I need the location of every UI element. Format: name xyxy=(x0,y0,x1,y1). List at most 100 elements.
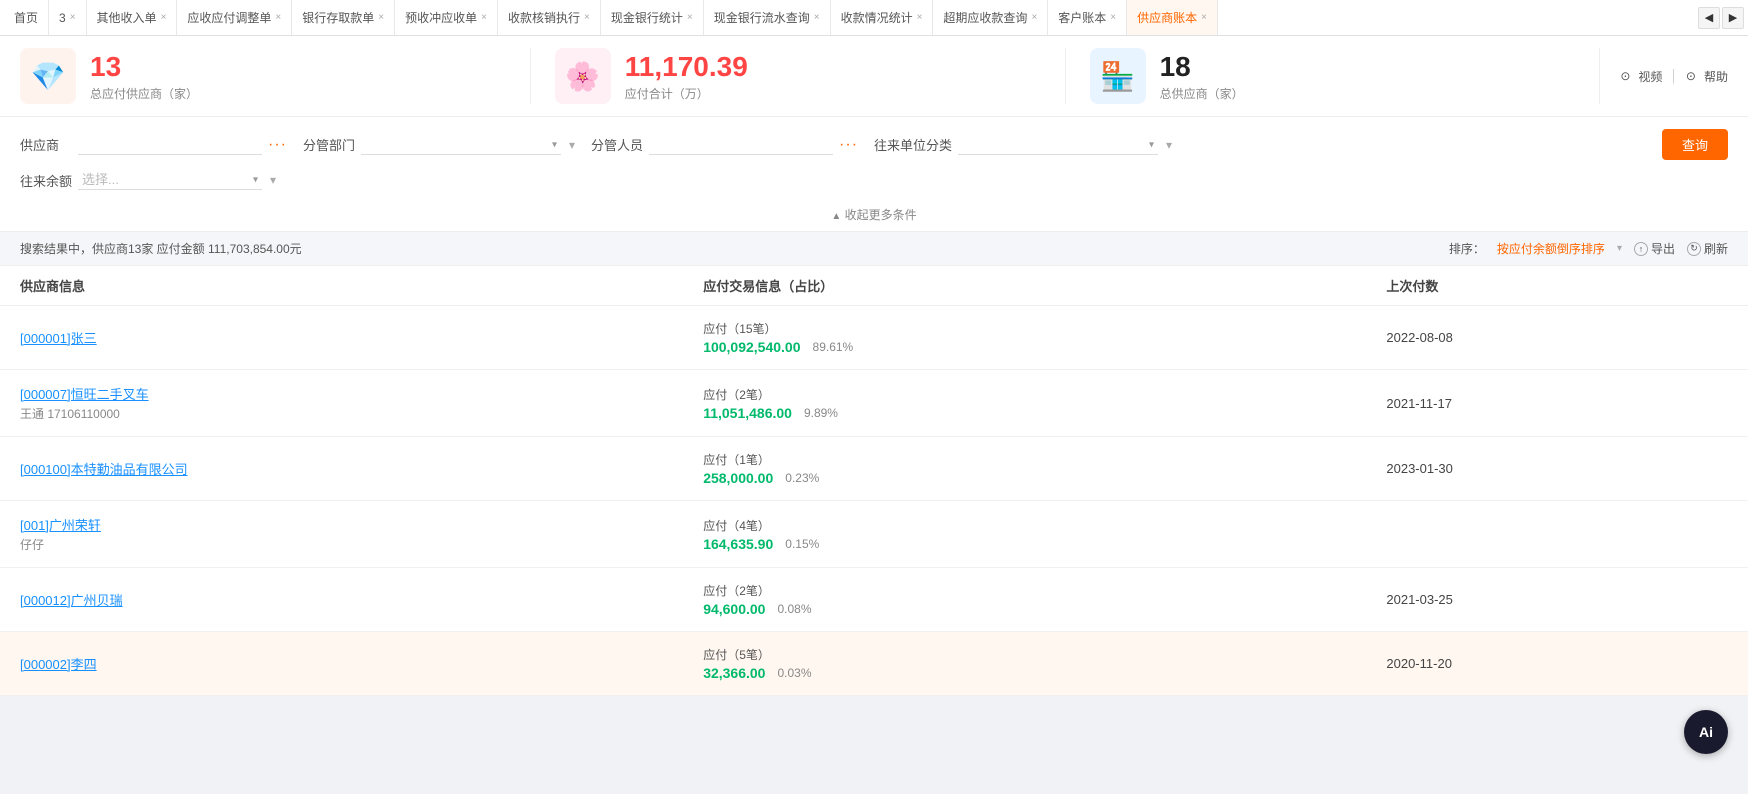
balance-dropdown-icon[interactable]: ▾ xyxy=(270,173,276,187)
nav-tab-label: 3 xyxy=(59,11,66,25)
nav-tab-label: 超期应收款查询 xyxy=(943,9,1027,26)
nav-tab-bank-deposit[interactable]: 银行存取款单× xyxy=(292,0,395,36)
supplier-input[interactable] xyxy=(78,135,262,155)
tx-percent: 0.03% xyxy=(777,666,811,680)
tx-percent: 0.15% xyxy=(785,537,819,551)
supplier-cell: [000100]本特勤油品有限公司 xyxy=(20,459,703,478)
nav-tab-close[interactable]: × xyxy=(481,12,487,23)
tx-amount[interactable]: 32,366.00 xyxy=(703,665,765,681)
nav-tab-overdue-query[interactable]: 超期应收款查询 × xyxy=(933,0,1048,36)
tx-amount[interactable]: 164,635.90 xyxy=(703,536,773,552)
supplier-link[interactable]: [000002]李四 xyxy=(20,657,97,672)
nav-tab-close[interactable]: × xyxy=(161,12,167,23)
dept-dropdown-icon[interactable]: ▾ xyxy=(569,138,575,152)
table-row: [000007]恒旺二手叉车 王通 17106110000 应付（2笔） 11,… xyxy=(0,370,1748,437)
sort-value[interactable]: 按应付余额倒序排序 xyxy=(1497,240,1605,257)
nav-tab-close[interactable]: × xyxy=(687,12,693,23)
nav-tab-close[interactable]: × xyxy=(378,12,384,23)
supplier-cell: [000002]李四 xyxy=(20,654,703,673)
tx-amount[interactable]: 258,000.00 xyxy=(703,470,773,486)
tx-amount[interactable]: 100,092,540.00 xyxy=(703,339,800,355)
tx-percent: 89.61% xyxy=(813,340,854,354)
nav-tab-label: 现金银行流水查询 xyxy=(714,9,810,26)
person-dots-btn[interactable]: ··· xyxy=(839,136,858,154)
export-icon: ↑ xyxy=(1634,242,1648,256)
collapse-label: 收起更多条件 xyxy=(845,208,917,222)
payable-suppliers-count: 13 xyxy=(90,50,198,84)
nav-tab-receipt-verify[interactable]: 收款核销执行× xyxy=(498,0,601,36)
supplier-link[interactable]: [000001]张三 xyxy=(20,331,97,346)
top-right-links: ⊙ 视频 │ ⊙ 帮助 xyxy=(1600,68,1728,85)
last-pay-cell: 2020-11-20 xyxy=(1386,656,1728,671)
tx-label: 应付（1笔） xyxy=(703,451,1386,468)
nav-tab-close[interactable]: × xyxy=(1201,12,1207,23)
tx-amount[interactable]: 94,600.00 xyxy=(703,601,765,617)
balance-select-wrapper xyxy=(78,170,262,190)
tx-label: 应付（2笔） xyxy=(703,582,1386,599)
category-input[interactable] xyxy=(958,135,1158,155)
help-link[interactable]: 帮助 xyxy=(1704,68,1728,85)
supplier-link[interactable]: [001]广州荣轩 xyxy=(20,518,101,533)
nav-tab-close[interactable]: × xyxy=(70,12,76,23)
nav-tab-close[interactable]: × xyxy=(814,12,820,23)
refresh-button[interactable]: ↻ 刷新 xyxy=(1687,240,1728,257)
nav-tab-customer-acct[interactable]: 客户账本× xyxy=(1048,0,1127,36)
dept-input[interactable] xyxy=(361,135,561,155)
supplier-link[interactable]: [000007]恒旺二手叉车 xyxy=(20,387,149,402)
dept-filter-item: 分管部门 ▾ xyxy=(303,135,575,155)
nav-tab-label: 首页 xyxy=(14,9,38,26)
collapse-bar[interactable]: ▲ 收起更多条件 xyxy=(20,200,1728,231)
nav-tab-cash-bank-stat[interactable]: 现金银行统计× xyxy=(601,0,704,36)
nav-tab-close[interactable]: × xyxy=(917,12,923,23)
nav-tab-cash-bank-flow[interactable]: 现金银行流水查询 × xyxy=(704,0,831,36)
nav-tab-close[interactable]: × xyxy=(1031,12,1037,23)
tx-percent: 9.89% xyxy=(804,406,838,420)
nav-tab-other-income[interactable]: 其他收入单× xyxy=(87,0,178,36)
supplier-dots-btn[interactable]: ··· xyxy=(268,136,287,154)
nav-arrow-left[interactable]: ◀ xyxy=(1698,7,1720,29)
balance-input[interactable] xyxy=(78,170,262,190)
video-link[interactable]: 视频 xyxy=(1638,68,1662,85)
supplier-link[interactable]: [000100]本特勤油品有限公司 xyxy=(20,462,188,477)
table-body: [000001]张三 应付（15笔） 100,092,540.00 89.61%… xyxy=(0,306,1748,696)
nav-tab-payable-adj[interactable]: 应收应付调整单 × xyxy=(177,0,292,36)
filter-row-1: 供应商 ··· 分管部门 ▾ 分管人员 ··· 往来单位分类 ▾ 查询 xyxy=(20,129,1728,160)
supplier-sub: 王通 17106110000 xyxy=(20,405,703,422)
category-dropdown-icon[interactable]: ▾ xyxy=(1166,138,1172,152)
supplier-cell: [000012]广州贝瑞 xyxy=(20,590,703,609)
tx-cell: 应付（4笔） 164,635.90 0.15% xyxy=(703,517,1386,552)
nav-tab-prepaid[interactable]: 预收冲应收单× xyxy=(395,0,498,36)
summary-card-payable-total: 🌸 11,170.39 应付合计（万） xyxy=(531,48,1066,104)
nav-tab-home[interactable]: 首页 xyxy=(4,0,49,36)
supplier-link[interactable]: [000012]广州贝瑞 xyxy=(20,593,123,608)
ai-button[interactable]: Ai xyxy=(1684,710,1728,754)
payable-total-label: 应付合计（万） xyxy=(625,85,748,102)
nav-tab-close[interactable]: × xyxy=(1110,12,1116,23)
person-input[interactable] xyxy=(649,135,833,155)
sort-dropdown-icon[interactable]: ▾ xyxy=(1617,243,1622,254)
supplier-cell: [000007]恒旺二手叉车 王通 17106110000 xyxy=(20,384,703,422)
nav-arrow-right[interactable]: ▶ xyxy=(1722,7,1744,29)
export-button[interactable]: ↑ 导出 xyxy=(1634,240,1675,257)
result-actions: 排序： 按应付余额倒序排序 ▾ ↑ 导出 ↻ 刷新 xyxy=(1449,240,1728,257)
payable-total-amount: 11,170.39 xyxy=(625,50,748,84)
tx-amount[interactable]: 11,051,486.00 xyxy=(703,405,792,421)
category-select-wrapper xyxy=(958,135,1158,155)
nav-tab-label: 应收应付调整单 xyxy=(187,9,271,26)
person-filter-label: 分管人员 xyxy=(591,135,643,154)
refresh-icon: ↻ xyxy=(1687,242,1701,256)
nav-tab-receipt-stat[interactable]: 收款情况统计 × xyxy=(831,0,934,36)
nav-tab-supplier-acct[interactable]: 供应商账本× xyxy=(1127,0,1218,36)
result-bar: 搜索结果中，供应商13家 应付金额 111,703,854.00元 排序： 按应… xyxy=(0,232,1748,266)
nav-tab-label: 收款情况统计 xyxy=(841,9,913,26)
nav-tab-close[interactable]: × xyxy=(584,12,590,23)
category-filter-item: 往来单位分类 ▾ xyxy=(874,135,1172,155)
tx-percent: 0.23% xyxy=(785,471,819,485)
query-button[interactable]: 查询 xyxy=(1662,129,1728,160)
nav-tab-tab3[interactable]: 3× xyxy=(49,0,87,36)
supplier-cell: [000001]张三 xyxy=(20,328,703,347)
payable-suppliers-icon: 💎 xyxy=(20,48,76,104)
supplier-cell: [001]广州荣轩 仔仔 xyxy=(20,515,703,553)
nav-tab-close[interactable]: × xyxy=(275,12,281,23)
supplier-filter-item: 供应商 ··· xyxy=(20,135,287,155)
